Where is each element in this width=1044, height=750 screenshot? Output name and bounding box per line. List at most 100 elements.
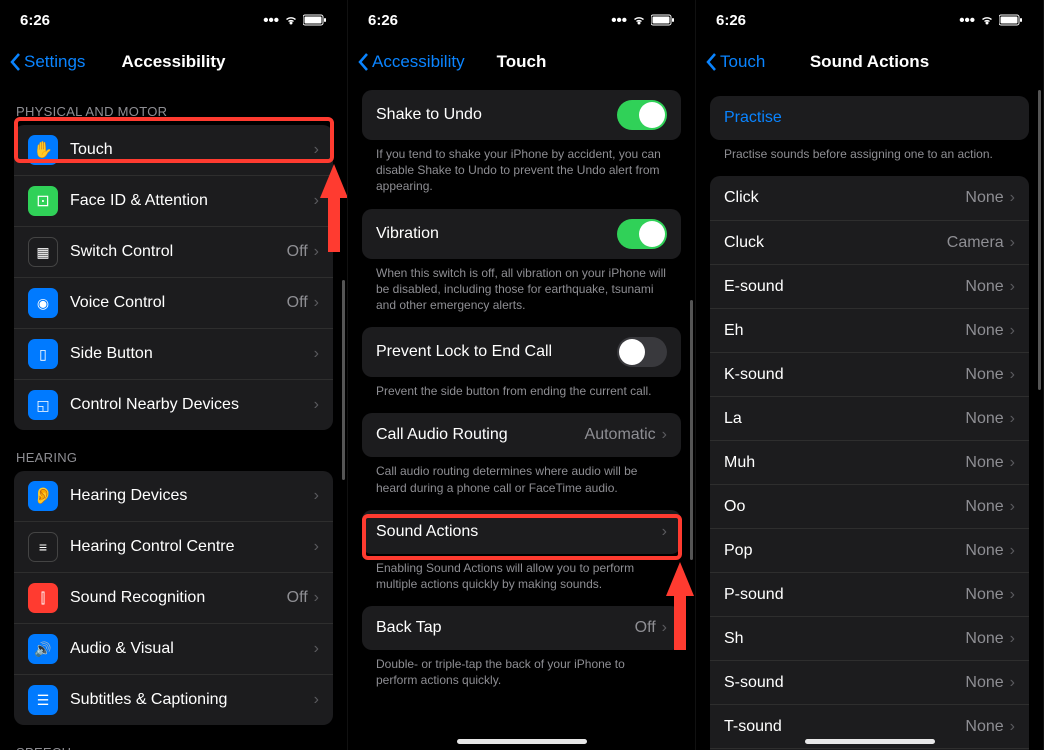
row-practise[interactable]: Practise xyxy=(710,96,1029,140)
voice-control-icon: ◉ xyxy=(28,288,58,318)
row-call-routing[interactable]: Call Audio Routing Automatic › xyxy=(362,413,681,457)
row-value: None xyxy=(965,278,1003,296)
status-bar: 6:26 ••• xyxy=(0,0,347,40)
row-touch[interactable]: ✋ Touch › xyxy=(14,125,333,175)
chevron-right-icon: › xyxy=(1010,542,1015,560)
status-time: 6:26 xyxy=(716,12,746,29)
row-sound-muh[interactable]: MuhNone› xyxy=(710,440,1029,484)
chevron-left-icon xyxy=(10,52,22,72)
row-side-button[interactable]: ▯ Side Button › xyxy=(14,328,333,379)
row-label: Audio & Visual xyxy=(70,640,314,658)
row-value: Camera xyxy=(947,234,1004,252)
touch-scroll[interactable]: Shake to Undo If you tend to shake your … xyxy=(348,84,695,750)
row-voice-control[interactable]: ◉ Voice Control Off › xyxy=(14,277,333,328)
battery-icon xyxy=(999,14,1023,26)
row-label: Voice Control xyxy=(70,294,287,312)
row-subtitles[interactable]: ☰ Subtitles & Captioning › xyxy=(14,674,333,725)
nav-bar: Settings Accessibility xyxy=(0,40,347,84)
scroll-indicator xyxy=(690,300,693,560)
row-label: Prevent Lock to End Call xyxy=(376,343,617,361)
home-indicator[interactable] xyxy=(457,739,587,744)
row-sound-la[interactable]: LaNone › xyxy=(710,396,1029,440)
row-sound-pop[interactable]: PopNone› xyxy=(710,528,1029,572)
row-sound-oo[interactable]: OoNone› xyxy=(710,484,1029,528)
group-hearing: 👂 Hearing Devices › ≡ Hearing Control Ce… xyxy=(14,471,333,725)
chevron-right-icon: › xyxy=(314,192,319,210)
row-label: Muh xyxy=(724,454,965,472)
row-audio-visual[interactable]: 🔊 Audio & Visual › xyxy=(14,623,333,674)
row-label: Sh xyxy=(724,630,965,648)
subtitles-icon: ☰ xyxy=(28,685,58,715)
wifi-icon xyxy=(283,14,299,26)
nav-bar: Accessibility Touch xyxy=(348,40,695,84)
row-value: None xyxy=(965,410,1003,428)
row-vibration[interactable]: Vibration xyxy=(362,209,681,259)
chevron-right-icon: › xyxy=(314,589,319,607)
back-button[interactable]: Touch xyxy=(706,52,765,72)
row-sound-recognition[interactable]: ⫿ Sound Recognition Off › xyxy=(14,572,333,623)
row-sound-actions[interactable]: Sound Actions › xyxy=(362,510,681,554)
row-value: Off xyxy=(635,619,656,637)
footer-vibration: When this switch is off, all vibration o… xyxy=(348,259,695,328)
row-hearing-cc[interactable]: ≡ Hearing Control Centre › xyxy=(14,521,333,572)
row-face-id[interactable]: ⊡ Face ID & Attention › xyxy=(14,175,333,226)
row-label: Hearing Devices xyxy=(70,487,314,505)
row-shake-undo[interactable]: Shake to Undo xyxy=(362,90,681,140)
chevron-right-icon: › xyxy=(314,640,319,658)
nav-title: Accessibility xyxy=(122,52,226,72)
row-back-tap[interactable]: Back Tap Off › xyxy=(362,606,681,650)
row-switch-control[interactable]: ▦ Switch Control Off › xyxy=(14,226,333,277)
row-label: Cluck xyxy=(724,234,947,252)
chevron-right-icon: › xyxy=(314,396,319,414)
side-button-icon: ▯ xyxy=(28,339,58,369)
home-indicator[interactable] xyxy=(805,739,935,744)
row-sound-e-sound[interactable]: E-soundNone› xyxy=(710,264,1029,308)
toggle-vibration[interactable] xyxy=(617,219,667,249)
row-value: Off xyxy=(287,243,308,261)
chevron-right-icon: › xyxy=(1010,586,1015,604)
row-sound-k-sound[interactable]: K-soundNone › xyxy=(710,352,1029,396)
chevron-right-icon: › xyxy=(1010,322,1015,340)
audio-visual-icon: 🔊 xyxy=(28,634,58,664)
row-value: None xyxy=(965,542,1003,560)
row-label: Sound Actions xyxy=(376,523,662,541)
settings-scroll[interactable]: PHYSICAL AND MOTOR ✋ Touch › ⊡ Face ID &… xyxy=(0,84,347,750)
toggle-shake-undo[interactable] xyxy=(617,100,667,130)
row-hearing-devices[interactable]: 👂 Hearing Devices › xyxy=(14,471,333,521)
row-sound-cluck[interactable]: CluckCamera› xyxy=(710,220,1029,264)
row-label: Subtitles & Captioning xyxy=(70,691,314,709)
hearing-cc-icon: ≡ xyxy=(28,532,58,562)
chevron-right-icon: › xyxy=(1010,674,1015,692)
row-sound-click[interactable]: ClickNone› xyxy=(710,176,1029,220)
switch-control-icon: ▦ xyxy=(28,237,58,267)
scroll-indicator xyxy=(342,280,345,480)
row-value: None xyxy=(965,322,1003,340)
cellular-icon: ••• xyxy=(611,12,627,29)
toggle-prevent-lock[interactable] xyxy=(617,337,667,367)
row-value: None xyxy=(965,498,1003,516)
row-prevent-lock[interactable]: Prevent Lock to End Call xyxy=(362,327,681,377)
row-value: Off xyxy=(287,589,308,607)
chevron-right-icon: › xyxy=(314,538,319,556)
row-sound-p-sound[interactable]: P-soundNone› xyxy=(710,572,1029,616)
wifi-icon xyxy=(631,14,647,26)
chevron-right-icon: › xyxy=(1010,410,1015,428)
sound-actions-scroll[interactable]: Practise Practise sounds before assignin… xyxy=(696,84,1043,750)
row-label: La xyxy=(724,410,965,428)
row-value: None xyxy=(965,366,1003,384)
back-button[interactable]: Settings xyxy=(10,52,85,72)
row-value: Automatic xyxy=(585,426,656,444)
chevron-right-icon: › xyxy=(1010,189,1015,207)
row-sound-sh[interactable]: ShNone› xyxy=(710,616,1029,660)
group-vibration: Vibration xyxy=(362,209,681,259)
chevron-right-icon: › xyxy=(1010,366,1015,384)
row-control-nearby[interactable]: ◱ Control Nearby Devices › xyxy=(14,379,333,430)
row-sound-s-sound[interactable]: S-soundNone› xyxy=(710,660,1029,704)
nearby-icon: ◱ xyxy=(28,390,58,420)
row-label: Control Nearby Devices xyxy=(70,396,314,414)
row-label: K-sound xyxy=(724,366,965,384)
back-button[interactable]: Accessibility xyxy=(358,52,465,72)
nav-bar: Touch Sound Actions xyxy=(696,40,1043,84)
chevron-right-icon: › xyxy=(662,426,667,444)
row-sound-eh[interactable]: EhNone› xyxy=(710,308,1029,352)
